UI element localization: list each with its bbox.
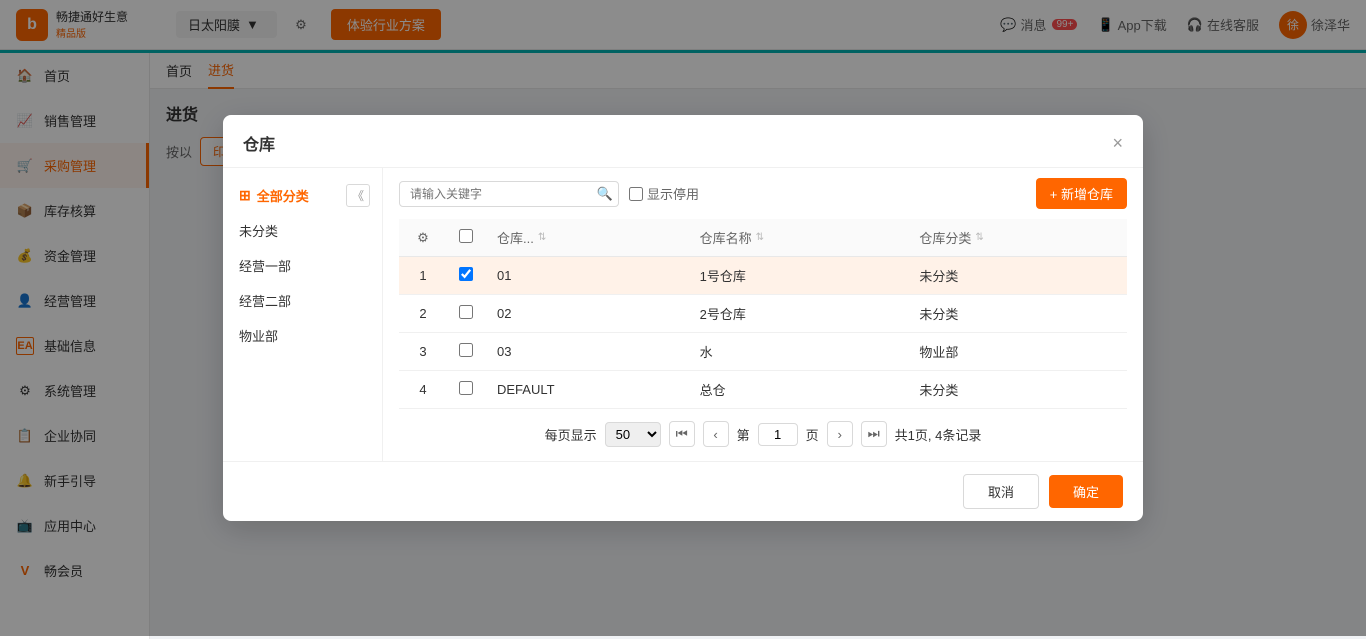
search-input[interactable] xyxy=(399,181,619,207)
category-collapse-button[interactable]: 《 xyxy=(346,184,370,207)
per-page-select[interactable]: 50 100 200 xyxy=(605,422,661,447)
category-item-property[interactable]: 物业部 xyxy=(223,318,382,353)
row-no: 3 xyxy=(399,333,447,371)
show-disabled-text: 显示停用 xyxy=(647,184,699,203)
select-all-checkbox[interactable] xyxy=(459,229,473,243)
page-label: 第 xyxy=(737,425,750,444)
category-panel-header: ⊞ 全部分类 《 xyxy=(223,178,382,213)
table-header-row: ⚙ 仓库... ⇅ 仓库名称 xyxy=(399,219,1127,257)
grid-icon: ⊞ xyxy=(239,187,251,204)
modal-overlay: 仓库 × ⊞ 全部分类 《 未分类 经营一部 经营二部 物业部 xyxy=(0,0,1366,636)
row-name: 水 xyxy=(688,333,908,371)
modal-header: 仓库 × xyxy=(223,115,1143,168)
warehouse-table: ⚙ 仓库... ⇅ 仓库名称 xyxy=(399,219,1127,409)
col-code[interactable]: 仓库... ⇅ xyxy=(485,219,688,257)
row-checkbox[interactable] xyxy=(447,295,485,333)
category-item-ops1[interactable]: 经营一部 xyxy=(223,248,382,283)
pagination: 每页显示 50 100 200 ⏮ ‹ 第 页 › ⏭ 共1页, 4条记录 xyxy=(399,409,1127,451)
col-name-label: 仓库名称 xyxy=(700,228,752,247)
col-category[interactable]: 仓库分类 ⇅ xyxy=(907,219,1127,257)
row-name: 1号仓库 xyxy=(688,257,908,295)
table-panel: 🔍 显示停用 + 新增仓库 ⚙ xyxy=(383,168,1143,461)
category-panel: ⊞ 全部分类 《 未分类 经营一部 经营二部 物业部 xyxy=(223,168,383,461)
row-name: 总仓 xyxy=(688,371,908,409)
modal-close-button[interactable]: × xyxy=(1112,133,1123,154)
table-row[interactable]: 4 DEFAULT 总仓 未分类 xyxy=(399,371,1127,409)
table-row[interactable]: 1 01 1号仓库 未分类 xyxy=(399,257,1127,295)
next-page-button[interactable]: › xyxy=(827,421,853,447)
row-category: 物业部 xyxy=(907,333,1127,371)
category-item-unclassified[interactable]: 未分类 xyxy=(223,213,382,248)
row-name: 2号仓库 xyxy=(688,295,908,333)
page-input[interactable] xyxy=(758,423,798,446)
row-code: 03 xyxy=(485,333,688,371)
modal-footer: 取消 确定 xyxy=(223,461,1143,521)
col-code-label: 仓库... xyxy=(497,228,534,247)
warehouse-modal: 仓库 × ⊞ 全部分类 《 未分类 经营一部 经营二部 物业部 xyxy=(223,115,1143,521)
row-no: 4 xyxy=(399,371,447,409)
row-no: 1 xyxy=(399,257,447,295)
row-code: 01 xyxy=(485,257,688,295)
table-container: ⚙ 仓库... ⇅ 仓库名称 xyxy=(399,219,1127,409)
row-checkbox[interactable] xyxy=(447,257,485,295)
table-row[interactable]: 2 02 2号仓库 未分类 xyxy=(399,295,1127,333)
table-row[interactable]: 3 03 水 物业部 xyxy=(399,333,1127,371)
col-category-label: 仓库分类 xyxy=(919,228,971,247)
new-warehouse-button[interactable]: + 新增仓库 xyxy=(1036,178,1127,209)
category-item-ops2[interactable]: 经营二部 xyxy=(223,283,382,318)
search-input-wrap: 🔍 xyxy=(399,181,619,207)
search-icon[interactable]: 🔍 xyxy=(597,186,613,202)
show-disabled-label[interactable]: 显示停用 xyxy=(629,184,699,203)
show-disabled-checkbox[interactable] xyxy=(629,187,643,201)
category-all-label: 全部分类 xyxy=(257,186,309,205)
modal-body: ⊞ 全部分类 《 未分类 经营一部 经营二部 物业部 🔍 xyxy=(223,168,1143,461)
category-all-btn[interactable]: ⊞ 全部分类 xyxy=(239,186,309,205)
sort-category-icon: ⇅ xyxy=(975,232,983,243)
first-page-button[interactable]: ⏮ xyxy=(669,421,695,447)
row-checkbox[interactable] xyxy=(447,371,485,409)
row-no: 2 xyxy=(399,295,447,333)
table-body: 1 01 1号仓库 未分类 2 02 2号仓库 未分类 3 03 水 物业部 4… xyxy=(399,257,1127,409)
row-checkbox[interactable] xyxy=(447,333,485,371)
col-settings: ⚙ xyxy=(399,219,447,257)
row-code: 02 xyxy=(485,295,688,333)
page-suffix: 页 xyxy=(806,425,819,444)
row-code: DEFAULT xyxy=(485,371,688,409)
table-toolbar: 🔍 显示停用 + 新增仓库 xyxy=(399,178,1127,209)
total-records: 共1页, 4条记录 xyxy=(895,425,982,444)
col-checkbox xyxy=(447,219,485,257)
row-category: 未分类 xyxy=(907,257,1127,295)
sort-code-icon: ⇅ xyxy=(538,232,546,243)
row-category: 未分类 xyxy=(907,295,1127,333)
cancel-button[interactable]: 取消 xyxy=(963,474,1039,509)
prev-page-button[interactable]: ‹ xyxy=(703,421,729,447)
col-name[interactable]: 仓库名称 ⇅ xyxy=(688,219,908,257)
last-page-button[interactable]: ⏭ xyxy=(861,421,887,447)
table-header: ⚙ 仓库... ⇅ 仓库名称 xyxy=(399,219,1127,257)
confirm-button[interactable]: 确定 xyxy=(1049,475,1123,508)
sort-name-icon: ⇅ xyxy=(756,232,764,243)
row-category: 未分类 xyxy=(907,371,1127,409)
modal-title: 仓库 xyxy=(243,131,275,155)
per-page-label: 每页显示 xyxy=(545,425,597,444)
